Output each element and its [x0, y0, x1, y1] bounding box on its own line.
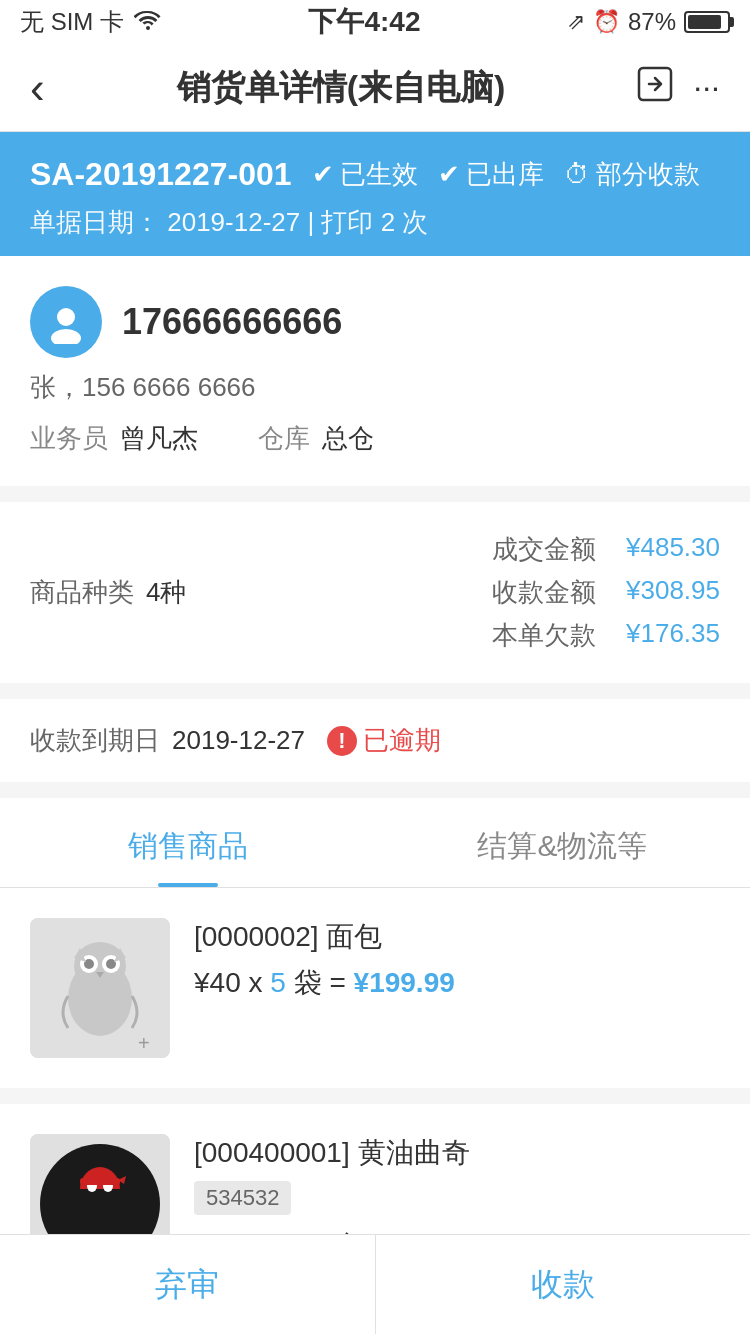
sales-value: 曾凡杰 [120, 421, 198, 456]
product-unit-price-1: ¥40 [194, 967, 241, 998]
svg-point-8 [84, 959, 94, 969]
order-date: 2019-12-27 [167, 207, 300, 237]
summary-section: 商品种类 4种 成交金额 ¥485.30 收款金额 ¥308.95 本单欠款 ¥… [0, 502, 750, 683]
share-icon[interactable] [637, 66, 673, 109]
status-time: 下午4:42 [308, 3, 420, 41]
product-title-2: 黄油曲奇 [358, 1137, 470, 1168]
table-row: + [0000002] 面包 ¥40 x 5 袋 = ¥199.99 [0, 888, 750, 1088]
due-date-value: 2019-12-27 [172, 725, 305, 756]
customer-top: 17666666666 [30, 286, 720, 358]
status-shipped-text: 已出库 [466, 157, 544, 192]
avatar [30, 286, 102, 358]
due-label: 收款到期日 [30, 723, 160, 758]
battery-indicator [684, 11, 730, 33]
carrier-text: 无 SIM 卡 [20, 6, 124, 38]
received-value: ¥308.95 [626, 575, 720, 610]
amount-label: 成交金额 [492, 532, 596, 567]
cancel-audit-button[interactable]: 弃审 [0, 1235, 376, 1334]
location-icon: ⇗ [567, 9, 585, 35]
product-tag-2: 534532 [194, 1181, 291, 1215]
print-label: 打印 [321, 207, 373, 237]
amount-value: ¥485.30 [626, 532, 720, 567]
bottom-bar: 弃审 收款 [0, 1234, 750, 1334]
product-unit-1: 袋 [294, 967, 322, 998]
svg-point-9 [106, 959, 116, 969]
svg-point-1 [57, 308, 75, 326]
date-label: 单据日期： [30, 207, 160, 237]
overdue-text: 已逾期 [363, 723, 441, 758]
product-type-count: 4种 [146, 575, 186, 610]
status-bar: 无 SIM 卡 下午4:42 ⇗ ⏰ 87% [0, 0, 750, 44]
more-icon[interactable]: ··· [693, 69, 720, 106]
clock-icon: ⏱ [564, 159, 590, 190]
product-multiply-1: x [249, 967, 271, 998]
sales-meta: 业务员 曾凡杰 [30, 421, 198, 456]
warehouse-value: 总仓 [322, 421, 374, 456]
overdue-badge: ! 已逾期 [327, 723, 441, 758]
product-info-1: [0000002] 面包 ¥40 x 5 袋 = ¥199.99 [194, 918, 720, 1002]
back-button[interactable]: ‹ [30, 63, 45, 113]
status-badge-active: ✔ 已生效 [312, 157, 418, 192]
battery-percent: 87% [628, 8, 676, 36]
status-badge-shipped: ✔ 已出库 [438, 157, 544, 192]
received-row: 收款金额 ¥308.95 [492, 575, 720, 610]
order-id: SA-20191227-001 [30, 156, 292, 193]
product-code-2: [000400001] [194, 1137, 350, 1168]
separator: | [307, 207, 321, 237]
svg-text:+: + [138, 1032, 150, 1054]
warehouse-meta: 仓库 总仓 [258, 421, 374, 456]
debt-value: ¥176.35 [626, 618, 720, 653]
customer-phone: 17666666666 [122, 301, 342, 343]
product-total-1: ¥199.99 [354, 967, 455, 998]
header-banner: SA-20191227-001 ✔ 已生效 ✔ 已出库 ⏱ 部分收款 单据日期：… [0, 132, 750, 256]
sales-label: 业务员 [30, 421, 108, 456]
print-unit-text: 次 [402, 207, 428, 237]
summary-right: 成交金额 ¥485.30 收款金额 ¥308.95 本单欠款 ¥176.35 [492, 532, 720, 653]
customer-name-phone: 张，156 6666 6666 [30, 370, 720, 405]
summary-left: 商品种类 4种 [30, 532, 186, 653]
status-right: ⇗ ⏰ 87% [567, 8, 730, 36]
product-code-1: [0000002] [194, 921, 319, 952]
tab-settlement[interactable]: 结算&物流等 [375, 798, 750, 887]
svg-point-2 [51, 329, 81, 344]
tab-sales-label: 销售商品 [128, 829, 248, 862]
alarm-icon: ⏰ [593, 9, 620, 35]
status-badge-partial: ⏱ 部分收款 [564, 157, 700, 192]
received-label: 收款金额 [492, 575, 596, 610]
status-active-text: 已生效 [340, 157, 418, 192]
customer-section: 17666666666 张，156 6666 6666 业务员 曾凡杰 仓库 总… [0, 256, 750, 486]
tabs: 销售商品 结算&物流等 [0, 798, 750, 888]
print-number: 2 [381, 207, 395, 237]
check-icon-2: ✔ [438, 159, 460, 190]
debt-label: 本单欠款 [492, 618, 596, 653]
tab-settlement-label: 结算&物流等 [477, 829, 647, 862]
page-title: 销货单详情(来自电脑) [177, 65, 506, 111]
debt-row: 本单欠款 ¥176.35 [492, 618, 720, 653]
product-qty-1: 5 [270, 967, 286, 998]
collect-payment-button[interactable]: 收款 [376, 1235, 751, 1334]
customer-meta: 业务员 曾凡杰 仓库 总仓 [30, 421, 720, 456]
product-equals-1: = [329, 967, 353, 998]
product-price-1: ¥40 x 5 袋 = ¥199.99 [194, 964, 720, 1002]
product-name-1: [0000002] 面包 [194, 918, 720, 956]
nav-left: ‹ [30, 63, 45, 113]
wifi-icon [134, 8, 162, 36]
product-name-2: [000400001] 黄油曲奇 [194, 1134, 720, 1172]
svg-rect-16 [80, 1178, 120, 1185]
nav-right: ··· [637, 66, 720, 109]
product-title-1: 面包 [326, 921, 382, 952]
order-date-row: 单据日期： 2019-12-27 | 打印 2 次 [30, 205, 720, 240]
tab-sales-products[interactable]: 销售商品 [0, 798, 375, 887]
overdue-icon: ! [327, 726, 357, 756]
status-partial-text: 部分收款 [596, 157, 700, 192]
status-left: 无 SIM 卡 [20, 6, 162, 38]
check-icon-1: ✔ [312, 159, 334, 190]
order-id-row: SA-20191227-001 ✔ 已生效 ✔ 已出库 ⏱ 部分收款 [30, 156, 720, 193]
product-thumbnail-1: + [30, 918, 170, 1058]
nav-bar: ‹ 销货单详情(来自电脑) ··· [0, 44, 750, 132]
amount-row: 成交金额 ¥485.30 [492, 532, 720, 567]
warehouse-label: 仓库 [258, 421, 310, 456]
product-type-label: 商品种类 [30, 575, 134, 610]
due-date-section: 收款到期日 2019-12-27 ! 已逾期 [0, 699, 750, 782]
